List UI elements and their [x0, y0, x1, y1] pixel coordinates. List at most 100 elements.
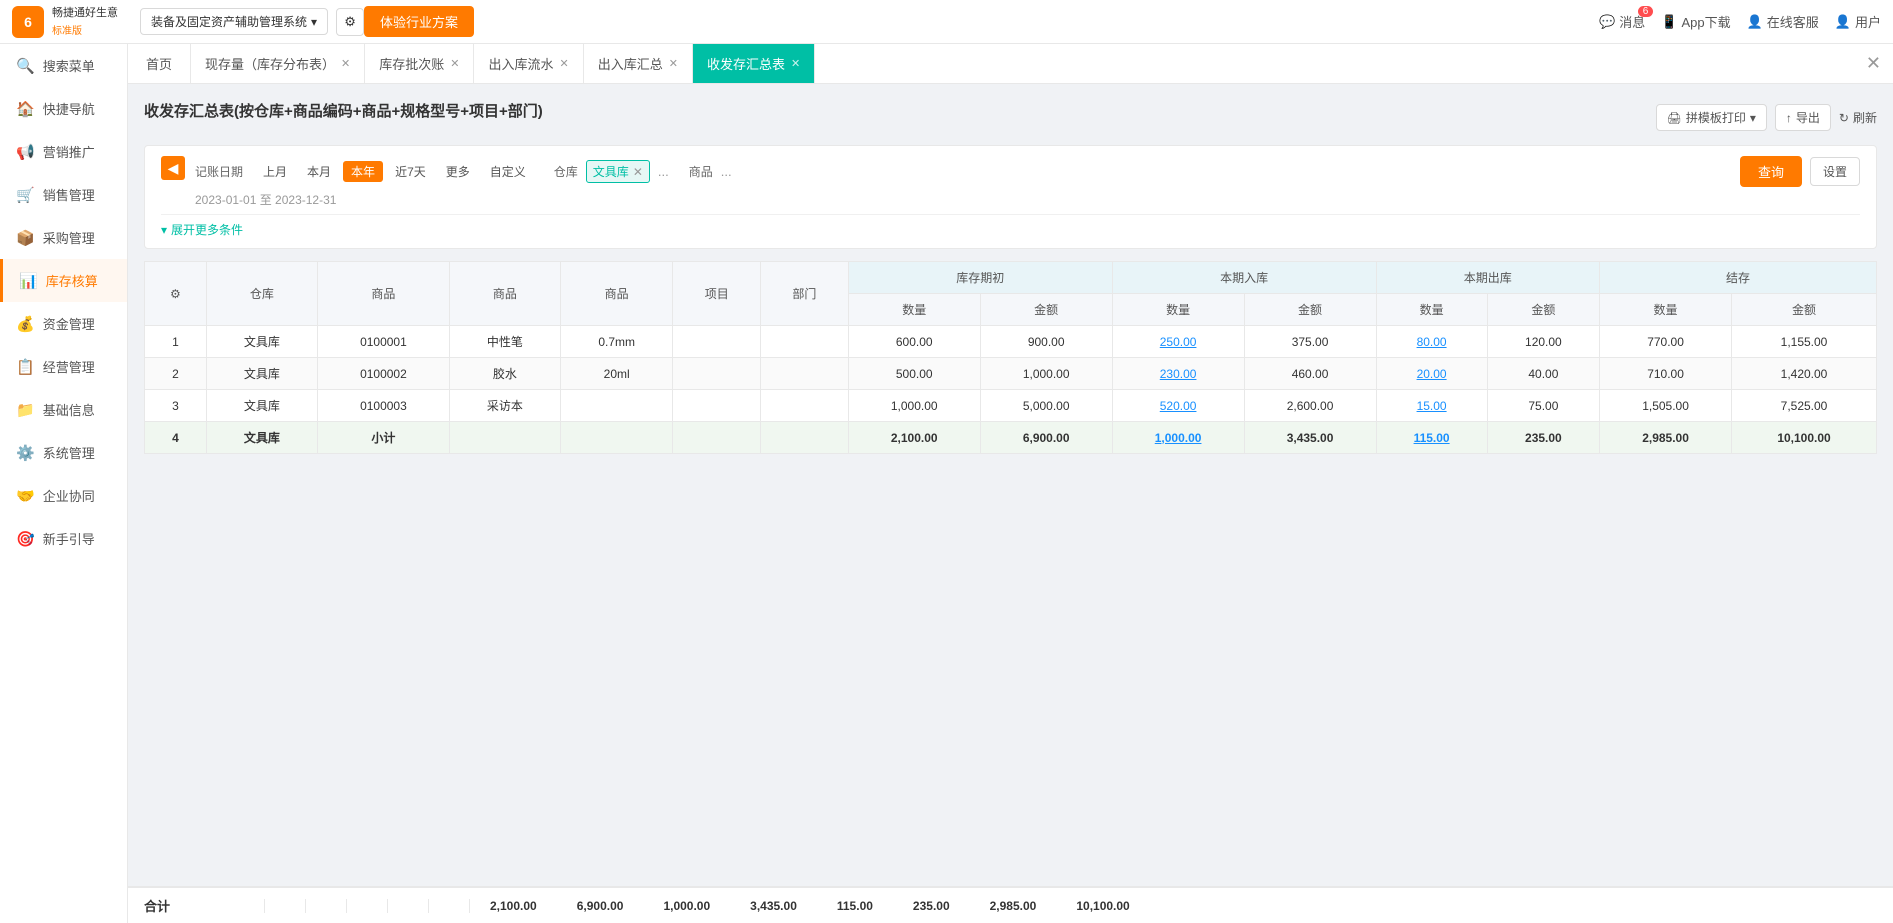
col-outbound-header: 本期出库 — [1376, 262, 1600, 294]
date-btn-this-month[interactable]: 本月 — [299, 161, 339, 182]
tab-home[interactable]: 首页 — [128, 44, 191, 84]
collapse-button[interactable]: ◀ — [161, 156, 185, 180]
row3-open-amt: 5,000.00 — [980, 390, 1112, 422]
app-badge: 标准版 — [52, 22, 118, 37]
row1-spec: 0.7mm — [560, 326, 672, 358]
warehouse-more[interactable]: ... — [658, 164, 669, 179]
row1-bal-amt: 1,155.00 — [1732, 326, 1877, 358]
inventory-icon: 📊 — [19, 272, 38, 290]
tab-summary-close[interactable]: ✕ — [669, 57, 678, 70]
sidebar-item-system[interactable]: ⚙️ 系统管理 — [0, 431, 127, 474]
row3-dept — [761, 390, 849, 422]
subtotal-bal-amt: 10,100.00 — [1732, 422, 1877, 454]
subtotal-in-qty[interactable]: 1,000.00 — [1112, 422, 1244, 454]
sidebar-inventory-label: 库存核算 — [46, 271, 98, 290]
date-btn-custom[interactable]: 自定义 — [482, 161, 534, 182]
settings-button[interactable]: ⚙ — [336, 8, 364, 36]
row1-code: 0100001 — [317, 326, 449, 358]
product-more[interactable]: ... — [721, 164, 732, 179]
sidebar-item-sales[interactable]: 🛒 销售管理 — [0, 173, 127, 216]
row3-code: 0100003 — [317, 390, 449, 422]
tab-close-all[interactable]: ✕ — [1854, 53, 1893, 74]
row1-open-amt: 900.00 — [980, 326, 1112, 358]
tab-batch-close[interactable]: ✕ — [450, 57, 459, 70]
experience-button[interactable]: 体验行业方案 — [364, 6, 474, 37]
tab-stock-dist-close[interactable]: ✕ — [341, 57, 350, 70]
row3-open-qty: 1,000.00 — [848, 390, 980, 422]
row3-bal-amt: 7,525.00 — [1732, 390, 1877, 422]
row1-in-qty[interactable]: 250.00 — [1112, 326, 1244, 358]
tab-batch-label: 库存批次账 — [379, 54, 444, 73]
row2-in-amt: 460.00 — [1244, 358, 1376, 390]
export-button[interactable]: ↑ 导出 — [1775, 104, 1831, 131]
col-product-name: 商品 — [449, 262, 560, 326]
total-bal-amt: 10,100.00 — [1056, 899, 1149, 913]
message-item[interactable]: 💬 消息 6 — [1599, 12, 1645, 31]
guide-icon: 🎯 — [16, 530, 35, 548]
tab-flow-label: 出入库流水 — [488, 54, 553, 73]
service-icon: 👤 — [1747, 14, 1763, 30]
row2-name: 胶水 — [449, 358, 560, 390]
sidebar-item-search[interactable]: 🔍 搜索菜单 — [0, 44, 127, 87]
tab-stock-dist-label: 现存量（库存分布表） — [205, 54, 335, 73]
col-settings[interactable]: ⚙ — [145, 262, 207, 326]
warehouse-remove[interactable]: ✕ — [633, 165, 643, 179]
row3-in-amt: 2,600.00 — [1244, 390, 1376, 422]
tab-inout-summary[interactable]: 出入库汇总 ✕ — [584, 44, 693, 84]
row3-project — [673, 390, 761, 422]
subtotal-row: 4 文具库 小计 2,100.00 6,900.00 1,000.00 3,43… — [145, 422, 1877, 454]
sidebar-item-quick-nav[interactable]: 🏠 快捷导航 — [0, 87, 127, 130]
online-service-item[interactable]: 👤 在线客服 — [1747, 12, 1819, 31]
total-bal-qty: 2,985.00 — [970, 899, 1057, 913]
date-shortcuts: 上月 本月 本年 近7天 更多 自定义 — [255, 161, 534, 182]
app-download-item[interactable]: 📱 App下载 — [1661, 12, 1730, 31]
expand-filter-btn[interactable]: ▾ 展开更多条件 — [161, 214, 1860, 238]
sidebar-item-operation[interactable]: 📋 经营管理 — [0, 345, 127, 388]
row1-out-qty[interactable]: 80.00 — [1376, 326, 1487, 358]
tab-flow-close[interactable]: ✕ — [560, 57, 569, 70]
sidebar-basic-label: 基础信息 — [43, 400, 95, 419]
sidebar-item-basic[interactable]: 📁 基础信息 — [0, 388, 127, 431]
marketing-icon: 📢 — [16, 143, 35, 161]
home-icon: 🏠 — [16, 100, 35, 118]
row2-in-qty[interactable]: 230.00 — [1112, 358, 1244, 390]
date-btn-more[interactable]: 更多 — [438, 161, 478, 182]
system-icon: ⚙️ — [16, 444, 35, 462]
tab-receive-close[interactable]: ✕ — [791, 57, 800, 70]
tab-stock-distribution[interactable]: 现存量（库存分布表） ✕ — [191, 44, 365, 84]
sidebar-item-collab[interactable]: 🤝 企业协同 — [0, 474, 127, 517]
date-btn-7days[interactable]: 近7天 — [387, 161, 434, 182]
system-selector[interactable]: 装备及固定资产辅助管理系统 ▾ — [140, 8, 328, 35]
total-out-qty: 115.00 — [817, 899, 893, 913]
sidebar-item-inventory[interactable]: 📊 库存核算 — [0, 259, 127, 302]
date-btn-this-year[interactable]: 本年 — [343, 161, 383, 182]
subtotal-open-amt: 6,900.00 — [980, 422, 1112, 454]
tab-receive-label: 收发存汇总表 — [707, 54, 785, 73]
settings-link[interactable]: 设置 — [1810, 157, 1860, 186]
sidebar-marketing-label: 营销推广 — [43, 142, 95, 161]
row3-out-qty[interactable]: 15.00 — [1376, 390, 1487, 422]
app-download-label: App下载 — [1681, 12, 1730, 31]
row1-bal-qty: 770.00 — [1600, 326, 1732, 358]
subtotal-out-qty[interactable]: 115.00 — [1376, 422, 1487, 454]
sidebar-item-finance[interactable]: 💰 资金管理 — [0, 302, 127, 345]
selector-chevron: ▾ — [311, 15, 317, 29]
col-balance-qty: 数量 — [1600, 294, 1732, 326]
user-icon: 👤 — [1835, 14, 1851, 30]
row3-in-qty[interactable]: 520.00 — [1112, 390, 1244, 422]
print-button[interactable]: 🖨 拼模板打印 ▾ — [1656, 104, 1767, 131]
refresh-button[interactable]: ↻ 刷新 — [1839, 109, 1877, 126]
sidebar-item-guide[interactable]: 🎯 新手引导 — [0, 517, 127, 560]
date-btn-last-month[interactable]: 上月 — [255, 161, 295, 182]
query-button[interactable]: 查询 — [1740, 156, 1802, 187]
tab-receive-summary[interactable]: 收发存汇总表 ✕ — [693, 44, 815, 84]
row1-open-qty: 600.00 — [848, 326, 980, 358]
table-row: 1 文具库 0100001 中性笔 0.7mm 600.00 900.00 25… — [145, 326, 1877, 358]
tab-inout-flow[interactable]: 出入库流水 ✕ — [474, 44, 583, 84]
row2-out-qty[interactable]: 20.00 — [1376, 358, 1487, 390]
tab-batch-account[interactable]: 库存批次账 ✕ — [365, 44, 474, 84]
user-item[interactable]: 👤 用户 — [1835, 12, 1881, 31]
sidebar-item-purchase[interactable]: 📦 采购管理 — [0, 216, 127, 259]
product-label: 商品 — [689, 163, 713, 180]
sidebar-item-marketing[interactable]: 📢 营销推广 — [0, 130, 127, 173]
